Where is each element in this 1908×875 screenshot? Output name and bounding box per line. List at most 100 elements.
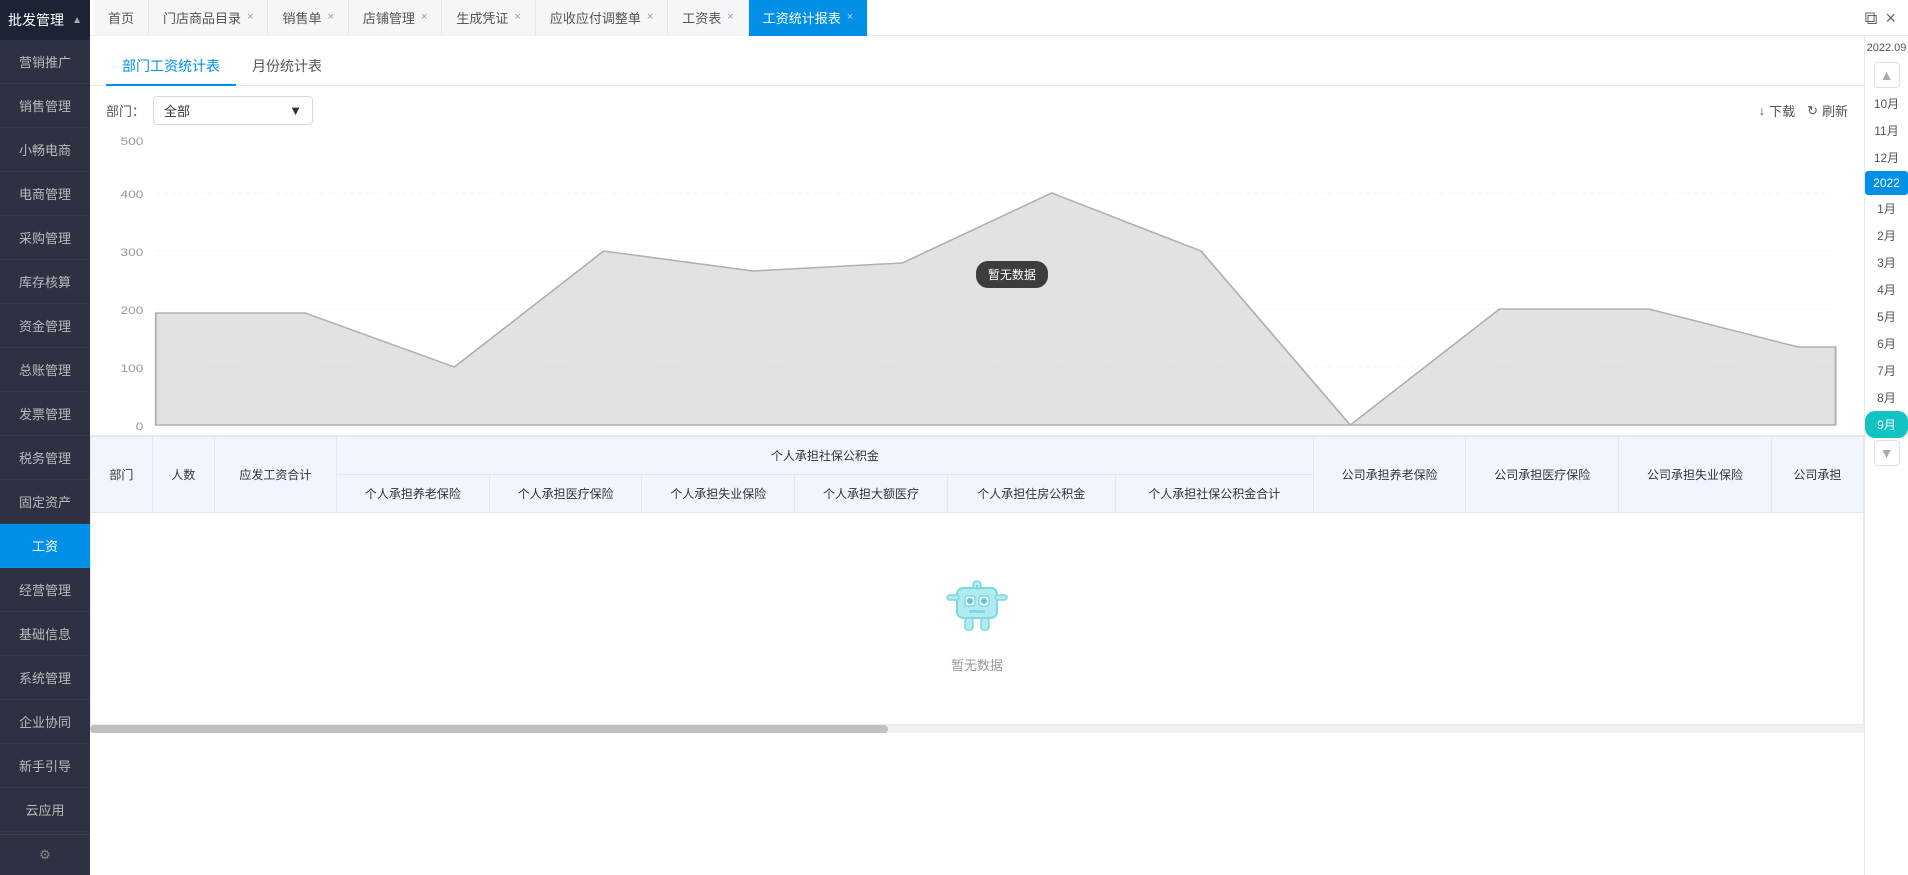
dept-select[interactable]: 全部 ▼ <box>153 96 313 125</box>
toolbar-left: 部门： 全部 ▼ <box>106 96 313 125</box>
date-month-4月[interactable]: 4月 <box>1865 276 1908 303</box>
date-month-2022[interactable]: 2022 <box>1865 171 1908 195</box>
svg-text:300: 300 <box>121 246 144 258</box>
tab-首页[interactable]: 首页 <box>94 0 149 36</box>
table-section: 部门 人数 应发工资合计 个人承担社保公积金 公司承担养老保险 公司承担医疗保险… <box>90 435 1864 875</box>
sub-tabs: 部门工资统计表月份统计表 <box>90 36 1864 86</box>
dept-select-value: 全部 <box>164 101 190 120</box>
chart-svg: 0 100 200 300 400 500 <box>106 135 1848 435</box>
date-month-2月[interactable]: 2月 <box>1865 222 1908 249</box>
sub-tab-部门工资统计表[interactable]: 部门工资统计表 <box>106 48 236 86</box>
tab-bar-end: ⧉ × <box>1865 9 1904 27</box>
date-month-6月[interactable]: 6月 <box>1865 330 1908 357</box>
sidebar-item-经营管理[interactable]: 经营管理 <box>0 568 90 612</box>
scrollbar-thumb[interactable] <box>90 725 888 733</box>
sidebar-item-云应用[interactable]: 云应用 <box>0 788 90 832</box>
sidebar-title[interactable]: 批发管理 ▲ <box>0 0 90 40</box>
sidebar-item-系统管理[interactable]: 系统管理 <box>0 656 90 700</box>
sidebar-item-发票管理[interactable]: 发票管理 <box>0 392 90 436</box>
window-restore-button[interactable]: ⧉ <box>1865 9 1878 27</box>
sidebar: 批发管理 ▲ 营销推广销售管理小畅电商电商管理采购管理库存核算资金管理总账管理发… <box>0 0 90 875</box>
tab-销售单[interactable]: 销售单× <box>268 0 348 36</box>
date-month-5月[interactable]: 5月 <box>1865 303 1908 330</box>
refresh-button[interactable]: ↻ 刷新 <box>1807 101 1848 120</box>
col-total-salary: 应发工资合计 <box>214 437 336 513</box>
col-personal-medical: 个人承担医疗保险 <box>489 475 642 513</box>
date-month-3月[interactable]: 3月 <box>1865 249 1908 276</box>
date-month-1月[interactable]: 1月 <box>1865 195 1908 222</box>
sidebar-title-label: 批发管理 <box>8 10 64 30</box>
date-month-7月[interactable]: 7月 <box>1865 357 1908 384</box>
svg-text:400: 400 <box>121 188 144 200</box>
chart-area-fill <box>156 193 1836 425</box>
toolbar-right: ↓ 下载 ↻ 刷新 <box>1759 101 1848 120</box>
window-close-button[interactable]: × <box>1885 9 1896 27</box>
chart-no-data-tooltip: 暂无数据 <box>976 261 1048 288</box>
date-month-12月[interactable]: 12月 <box>1865 144 1908 171</box>
tab-close-工资统计报表[interactable]: × <box>847 12 853 23</box>
tab-close-应收应付调整单[interactable]: × <box>647 12 653 23</box>
sidebar-item-税务管理[interactable]: 税务管理 <box>0 436 90 480</box>
sidebar-item-采购管理[interactable]: 采购管理 <box>0 216 90 260</box>
col-company-medical: 公司承担医疗保险 <box>1466 437 1619 513</box>
sidebar-item-总账管理[interactable]: 总账管理 <box>0 348 90 392</box>
chart-area: 0 100 200 300 400 500 <box>90 135 1864 435</box>
empty-state: 暂无数据 <box>103 523 1851 714</box>
sidebar-item-新手引导[interactable]: 新手引导 <box>0 744 90 788</box>
col-group-personal: 个人承担社保公积金 <box>337 437 1314 475</box>
col-dept: 部门 <box>91 437 153 513</box>
sub-tab-月份统计表[interactable]: 月份统计表 <box>236 48 338 86</box>
page: 部门工资统计表月份统计表 部门： 全部 ▼ ↓ 下载 ↻ <box>90 36 1864 875</box>
sidebar-collapse-icon: ▲ <box>72 15 82 26</box>
tab-close-销售单[interactable]: × <box>327 12 333 23</box>
sidebar-item-基础信息[interactable]: 基础信息 <box>0 612 90 656</box>
dept-label: 部门： <box>106 101 145 120</box>
sidebar-settings[interactable]: ⚙ <box>0 834 90 875</box>
table-empty-row: 暂无数据 <box>91 513 1864 725</box>
download-icon: ↓ <box>1759 103 1766 118</box>
tab-门店商品目录[interactable]: 门店商品目录× <box>149 0 268 36</box>
svg-text:500: 500 <box>121 135 144 147</box>
tab-close-工资表[interactable]: × <box>727 12 733 23</box>
col-headcount: 人数 <box>152 437 214 513</box>
tab-close-店铺管理[interactable]: × <box>421 12 427 23</box>
main-content: 首页门店商品目录×销售单×店铺管理×生成凭证×应收应付调整单×工资表×工资统计报… <box>90 0 1908 875</box>
sidebar-item-固定资产[interactable]: 固定资产 <box>0 480 90 524</box>
date-nav-down[interactable]: ▼ <box>1874 440 1900 466</box>
date-month-8月[interactable]: 8月 <box>1865 384 1908 411</box>
col-company-pension: 公司承担养老保险 <box>1313 437 1466 513</box>
sidebar-item-电商管理[interactable]: 电商管理 <box>0 172 90 216</box>
sidebar-item-库存核算[interactable]: 库存核算 <box>0 260 90 304</box>
col-personal-pension: 个人承担养老保险 <box>337 475 490 513</box>
tab-close-生成凭证[interactable]: × <box>514 12 520 23</box>
col-company-unemployment: 公司承担失业保险 <box>1619 437 1772 513</box>
download-button[interactable]: ↓ 下载 <box>1759 101 1796 120</box>
sidebar-item-销售管理[interactable]: 销售管理 <box>0 84 90 128</box>
tab-close-门店商品目录[interactable]: × <box>247 12 253 23</box>
sidebar-item-资金管理[interactable]: 资金管理 <box>0 304 90 348</box>
col-personal-major-medical: 个人承担大额医疗 <box>795 475 948 513</box>
gear-icon: ⚙ <box>39 847 51 862</box>
tab-应收应付调整单[interactable]: 应收应付调整单× <box>536 0 668 36</box>
sidebar-item-营销推广[interactable]: 营销推广 <box>0 40 90 84</box>
horizontal-scrollbar[interactable] <box>90 725 1864 733</box>
svg-text:0: 0 <box>136 420 144 432</box>
tab-店铺管理[interactable]: 店铺管理× <box>349 0 442 36</box>
date-nav-up[interactable]: ▲ <box>1874 62 1900 88</box>
col-personal-housing: 个人承担住房公积金 <box>947 475 1115 513</box>
sidebar-item-小畅电商[interactable]: 小畅电商 <box>0 128 90 172</box>
date-month-10月[interactable]: 10月 <box>1865 90 1908 117</box>
tab-生成凭证[interactable]: 生成凭证× <box>442 0 535 36</box>
tab-bar: 首页门店商品目录×销售单×店铺管理×生成凭证×应收应付调整单×工资表×工资统计报… <box>90 0 1908 36</box>
date-month-11月[interactable]: 11月 <box>1865 117 1908 144</box>
chevron-down-icon: ▼ <box>289 103 302 118</box>
tab-工资表[interactable]: 工资表× <box>668 0 748 36</box>
date-month-9月[interactable]: 9月 <box>1865 411 1908 438</box>
sidebar-item-企业协同[interactable]: 企业协同 <box>0 700 90 744</box>
col-personal-unemployment: 个人承担失业保险 <box>642 475 795 513</box>
tab-工资统计报表[interactable]: 工资统计报表× <box>749 0 868 36</box>
content-area: 部门工资统计表月份统计表 部门： 全部 ▼ ↓ 下载 ↻ <box>90 36 1908 875</box>
data-table: 部门 人数 应发工资合计 个人承担社保公积金 公司承担养老保险 公司承担医疗保险… <box>90 436 1864 725</box>
sidebar-item-工资[interactable]: 工资 <box>0 524 90 568</box>
empty-illustration <box>937 563 1017 643</box>
